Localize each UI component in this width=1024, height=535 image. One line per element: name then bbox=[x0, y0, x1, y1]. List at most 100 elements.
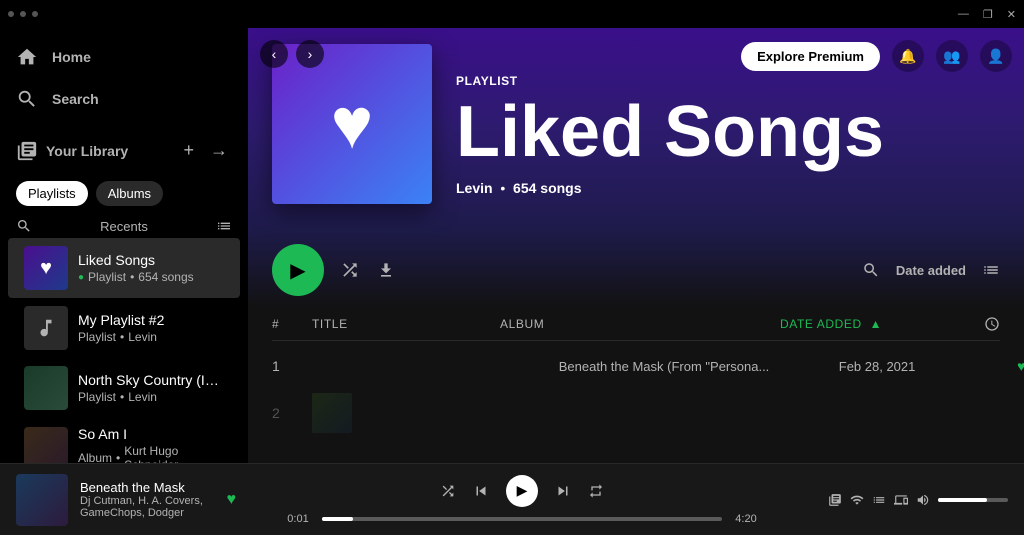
playlist-thumb-3 bbox=[24, 366, 68, 410]
player-device-button[interactable] bbox=[894, 493, 908, 507]
track-duration: ♥ 4:20 bbox=[999, 358, 1024, 374]
th-album: Album bbox=[500, 316, 780, 332]
search-tracks-button[interactable] bbox=[862, 261, 880, 279]
track-number: 1 bbox=[272, 358, 312, 374]
home-icon bbox=[16, 46, 38, 68]
home-label: Home bbox=[52, 49, 91, 65]
player-song-name: Beneath the Mask bbox=[80, 480, 207, 495]
playlist-thumb-2 bbox=[24, 306, 68, 350]
track-table: # Title Album Date added ▲ 1 Beneath the… bbox=[248, 308, 1024, 463]
playlist-meta-2: Playlist • Levin bbox=[78, 330, 224, 344]
player-next-button[interactable] bbox=[554, 482, 572, 500]
search-recents-bar: Recents bbox=[0, 214, 248, 238]
filter-playlists-button[interactable]: Playlists bbox=[16, 181, 88, 206]
player-play-button[interactable]: ▶ bbox=[506, 475, 538, 507]
sidebar-nav: Home Search bbox=[0, 28, 248, 128]
player-bar: Beneath the Mask Dj Cutman, H. A. Covers… bbox=[0, 463, 1024, 535]
list-view-button[interactable] bbox=[982, 261, 1000, 279]
shuffle-button[interactable] bbox=[340, 260, 360, 280]
track-number-2: 2 bbox=[272, 405, 312, 421]
add-library-button[interactable]: + bbox=[179, 136, 198, 165]
explore-premium-button[interactable]: Explore Premium bbox=[741, 42, 880, 71]
playlist-name-2: My Playlist #2 bbox=[78, 312, 224, 328]
hero-top-right: Explore Premium 🔔 👥 👤 bbox=[741, 40, 1012, 72]
volume-bar[interactable] bbox=[938, 498, 1008, 502]
notification-button[interactable]: 🔔 bbox=[892, 40, 924, 72]
volume-fill bbox=[938, 498, 987, 502]
playlist-count-2: Levin bbox=[128, 330, 157, 344]
list-icon[interactable] bbox=[216, 218, 232, 234]
sidebar: Home Search Your Library + → Playlists A… bbox=[0, 28, 248, 463]
social-button[interactable]: 👥 bbox=[936, 40, 968, 72]
player-heart-icon[interactable]: ♥ bbox=[227, 491, 237, 509]
close-button[interactable]: ✕ bbox=[1007, 8, 1016, 21]
filter-albums-button[interactable]: Albums bbox=[96, 181, 163, 206]
player-right bbox=[808, 493, 1008, 507]
playlist-item-my-playlist-2[interactable]: My Playlist #2 Playlist • Levin bbox=[8, 298, 240, 358]
progress-track[interactable] bbox=[322, 517, 722, 521]
playlist-name-3: North Sky Country (In-Game) bbox=[78, 372, 224, 388]
playlist-item-liked-songs[interactable]: ♥ Liked Songs ● Playlist • 654 songs bbox=[8, 238, 240, 298]
time-total: 4:20 bbox=[730, 513, 762, 525]
back-button[interactable]: ‹ bbox=[260, 40, 288, 68]
progress-bar-wrapper: 0:01 4:20 bbox=[282, 513, 762, 525]
hero-artwork: ♥ bbox=[272, 44, 432, 204]
player-artwork bbox=[16, 474, 68, 526]
player-prev-button[interactable] bbox=[472, 482, 490, 500]
heart-icon: ♥ bbox=[331, 83, 374, 165]
controls-bar: ▶ Date added bbox=[248, 228, 1024, 308]
player-list-button[interactable] bbox=[872, 493, 886, 507]
liked-heart-icon[interactable]: ♥ bbox=[1017, 358, 1024, 374]
main-content: ‹ › Explore Premium 🔔 👥 👤 ♥ Playlist Lik… bbox=[248, 28, 1024, 463]
maximize-button[interactable]: ❐ bbox=[983, 8, 993, 21]
hero-nav: ‹ › bbox=[260, 40, 324, 68]
player-song-details: Beneath the Mask Dj Cutman, H. A. Covers… bbox=[80, 480, 207, 519]
player-connect-button[interactable] bbox=[850, 493, 864, 507]
titlebar: — ❐ ✕ bbox=[0, 0, 1024, 28]
forward-button[interactable]: › bbox=[296, 40, 324, 68]
playlist-type: Playlist bbox=[88, 270, 126, 284]
playlist-item-north-sky[interactable]: North Sky Country (In-Game) Playlist • L… bbox=[8, 358, 240, 418]
titlebar-dot bbox=[32, 11, 38, 17]
th-duration bbox=[940, 316, 1000, 332]
playlist-type-2: Playlist bbox=[78, 330, 116, 344]
sidebar-item-home[interactable]: Home bbox=[0, 36, 248, 78]
app-body: Home Search Your Library + → Playlists A… bbox=[0, 28, 1024, 463]
minimize-button[interactable]: — bbox=[958, 8, 969, 20]
expand-library-button[interactable]: → bbox=[206, 136, 232, 165]
titlebar-dots bbox=[8, 11, 38, 17]
player-artist: Dj Cutman, H. A. Covers, GameChops, Dodg… bbox=[80, 495, 207, 519]
th-date-added[interactable]: Date added ▲ bbox=[780, 316, 940, 332]
playlist-item-so-am-i[interactable]: So Am I Album • Kurt Hugo Schneider bbox=[8, 418, 240, 463]
player-queue-button[interactable] bbox=[828, 493, 842, 507]
library-header: Your Library + → bbox=[0, 128, 248, 173]
playlist-info-4: So Am I Album • Kurt Hugo Schneider bbox=[78, 426, 224, 463]
volume-icon-button[interactable] bbox=[916, 493, 930, 507]
playlist-name-4: So Am I bbox=[78, 426, 224, 442]
hero-type-label: Playlist bbox=[456, 74, 884, 88]
player-repeat-button[interactable] bbox=[588, 483, 604, 499]
library-title: Your Library bbox=[46, 143, 171, 159]
table-row-2[interactable]: 2 bbox=[272, 387, 1000, 439]
titlebar-dot bbox=[8, 11, 14, 17]
download-button[interactable] bbox=[376, 260, 396, 280]
controls-left: ▶ bbox=[272, 244, 396, 296]
player-controls: ▶ bbox=[440, 475, 604, 507]
track-date: Feb 28, 2021 bbox=[839, 359, 999, 374]
playlist-meta-3: Playlist • Levin bbox=[78, 390, 224, 404]
playlist-list: ♥ Liked Songs ● Playlist • 654 songs bbox=[0, 238, 248, 463]
sidebar-item-search[interactable]: Search bbox=[0, 78, 248, 120]
controls-right: Date added bbox=[862, 261, 1000, 279]
search-small-icon[interactable] bbox=[16, 218, 32, 234]
account-button[interactable]: 👤 bbox=[980, 40, 1012, 72]
playlist-count-3: Levin bbox=[128, 390, 157, 404]
player-center: ▶ 0:01 4:20 bbox=[244, 475, 800, 525]
playlist-type-4: Album bbox=[78, 451, 112, 463]
playlist-meta-4: Album • Kurt Hugo Schneider bbox=[78, 444, 224, 463]
th-title: Title bbox=[312, 316, 500, 332]
player-shuffle-button[interactable] bbox=[440, 483, 456, 499]
playlist-count-4: Kurt Hugo Schneider bbox=[124, 444, 224, 463]
main-play-button[interactable]: ▶ bbox=[272, 244, 324, 296]
table-row[interactable]: 1 Beneath the Mask Dj Cutman, H. A. Cove… bbox=[272, 345, 1000, 387]
track-art-2 bbox=[312, 393, 352, 433]
